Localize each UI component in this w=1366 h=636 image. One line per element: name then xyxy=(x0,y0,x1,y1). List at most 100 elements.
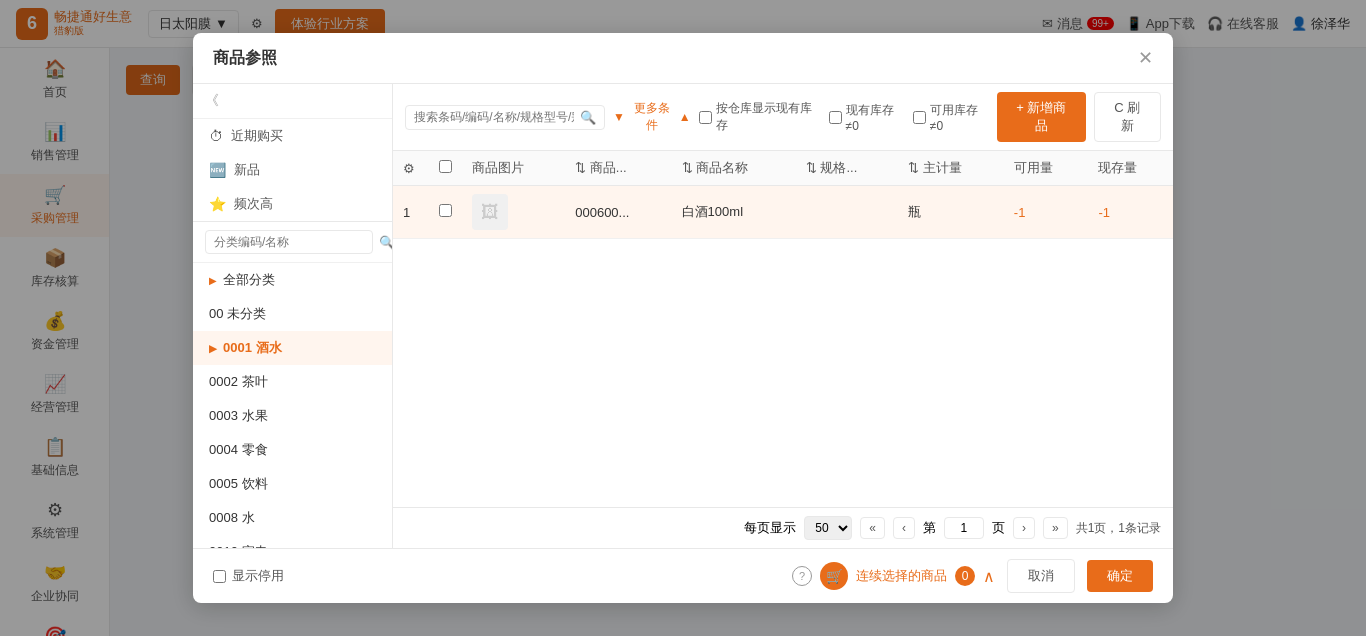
sort-icon-unit: ⇅ xyxy=(908,160,919,175)
category-0008[interactable]: 0008 水 xyxy=(193,501,392,535)
category-search-icon[interactable]: 🔍 xyxy=(379,235,393,250)
page-size-select[interactable]: 50 xyxy=(804,516,852,540)
cancel-btn[interactable]: 取消 xyxy=(1007,559,1075,593)
right-panel: 🔍 ▼ 更多条件 ▲ 按仓库显示现有库存 现有库存≠0 xyxy=(393,84,1173,548)
checkbox-available-neq[interactable]: 可用库存≠0 xyxy=(913,102,989,133)
pagination-bar: 每页显示 50 « ‹ 第 页 › » 共1页，1条记录 xyxy=(393,507,1173,548)
table-header-row: ⚙ 商品图片 ⇅ 商品... xyxy=(393,151,1173,186)
left-panel-top: 《 xyxy=(193,84,392,119)
category-0005-label: 0005 饮料 xyxy=(209,475,268,493)
cart-section: ? 🛒 连续选择的商品 0 ∧ xyxy=(792,562,995,590)
add-product-btn[interactable]: + 新增商品 xyxy=(997,92,1086,142)
quick-popular[interactable]: ⭐ 频次高 xyxy=(193,187,392,221)
page-number-input[interactable] xyxy=(944,517,984,539)
action-btns: + 新增商品 C 刷新 xyxy=(997,92,1161,142)
row-code: 000600... xyxy=(565,186,671,239)
category-0005[interactable]: 0005 饮料 xyxy=(193,467,392,501)
filter-icon: ▼ xyxy=(613,110,625,124)
arrow-down-icon: ▶ xyxy=(209,343,217,354)
cart-label: 连续选择的商品 xyxy=(856,567,947,585)
filter-btn-label: 更多条件 xyxy=(629,100,675,134)
col-unit[interactable]: ⇅ 主计量 xyxy=(898,151,1004,186)
category-0002[interactable]: 0002 茶叶 xyxy=(193,365,392,399)
checkbox-warehouse-input[interactable] xyxy=(699,111,712,124)
modal-footer: 显示停用 ? 🛒 连续选择的商品 0 ∧ 取消 确定 xyxy=(193,548,1173,603)
search-category-bar: 🔍 xyxy=(193,222,392,263)
sort-icon-name: ⇅ xyxy=(682,160,693,175)
table-wrapper: ⚙ 商品图片 ⇅ 商品... xyxy=(393,151,1173,507)
row-available: -1 xyxy=(1004,186,1089,239)
new-icon: 🆕 xyxy=(209,162,226,178)
product-table: ⚙ 商品图片 ⇅ 商品... xyxy=(393,151,1173,239)
row-stock: -1 xyxy=(1088,186,1173,239)
category-0001-label: 0001 酒水 xyxy=(223,339,282,357)
col-spec[interactable]: ⇅ 规格... xyxy=(796,151,898,186)
checkbox-available-input[interactable] xyxy=(913,111,926,124)
more-filter-btn[interactable]: ▼ 更多条件 ▲ xyxy=(613,100,691,134)
category-0010[interactable]: 0010 家电 xyxy=(193,535,392,548)
filter-bar: 🔍 ▼ 更多条件 ▲ 按仓库显示现有库存 现有库存≠0 xyxy=(393,84,1173,151)
search-icon[interactable]: 🔍 xyxy=(580,110,596,125)
category-0008-label: 0008 水 xyxy=(209,509,255,527)
quick-popular-label: 频次高 xyxy=(234,195,273,213)
disabled-checkbox-input[interactable] xyxy=(213,570,226,583)
clock-icon: ⏱ xyxy=(209,128,223,144)
quick-new[interactable]: 🆕 新品 xyxy=(193,153,392,187)
col-code[interactable]: ⇅ 商品... xyxy=(565,151,671,186)
page-word2: 页 xyxy=(992,519,1005,537)
help-btn[interactable]: ? xyxy=(792,566,812,586)
row-checkbox[interactable] xyxy=(439,204,452,217)
help-icon: ? xyxy=(792,566,812,586)
checkbox-stock-input[interactable] xyxy=(829,111,842,124)
product-thumbnail: 🖼 xyxy=(472,194,508,230)
quick-items: ⏱ 近期购买 🆕 新品 ⭐ 频次高 xyxy=(193,119,392,222)
star-icon: ⭐ xyxy=(209,196,226,212)
image-placeholder-icon: 🖼 xyxy=(481,202,499,223)
col-name[interactable]: ⇅ 商品名称 xyxy=(672,151,796,186)
first-page-btn[interactable]: « xyxy=(860,517,885,539)
category-search-input[interactable] xyxy=(205,230,373,254)
col-settings[interactable]: ⚙ xyxy=(393,151,429,186)
refresh-btn[interactable]: C 刷新 xyxy=(1094,92,1161,142)
row-checkbox-cell[interactable] xyxy=(429,186,462,239)
shopping-cart-icon: 🛒 xyxy=(826,568,843,584)
collapse-panel-btn[interactable]: 《 xyxy=(205,92,219,110)
confirm-btn[interactable]: 确定 xyxy=(1087,560,1153,592)
filter-up-icon: ▲ xyxy=(679,110,691,124)
col-checkbox xyxy=(429,151,462,186)
left-panel: 《 ⏱ 近期购买 🆕 新品 ⭐ 频次高 xyxy=(193,84,393,548)
category-0003[interactable]: 0003 水果 xyxy=(193,399,392,433)
checkbox-available-label: 可用库存≠0 xyxy=(930,102,989,133)
cart-icon[interactable]: 🛒 xyxy=(820,562,848,590)
category-00[interactable]: 00 未分类 xyxy=(193,297,392,331)
last-page-btn[interactable]: » xyxy=(1043,517,1068,539)
modal-header: 商品参照 ✕ xyxy=(193,33,1173,84)
col-available: 可用量 xyxy=(1004,151,1089,186)
checkbox-stock-neq[interactable]: 现有库存≠0 xyxy=(829,102,905,133)
cart-collapse-btn[interactable]: ∧ xyxy=(983,567,995,586)
category-0004-label: 0004 零食 xyxy=(209,441,268,459)
checkbox-stock-label: 现有库存≠0 xyxy=(846,102,905,133)
category-0001[interactable]: ▶ 0001 酒水 xyxy=(193,331,392,365)
row-spec xyxy=(796,186,898,239)
show-disabled-checkbox[interactable]: 显示停用 xyxy=(213,567,284,585)
row-unit: 瓶 xyxy=(898,186,1004,239)
select-all-checkbox[interactable] xyxy=(439,160,452,173)
checkbox-warehouse[interactable]: 按仓库显示现有库存 xyxy=(699,100,821,134)
search-box: 🔍 xyxy=(405,105,605,130)
table-row[interactable]: 1 🖼 000600... 白酒100ml xyxy=(393,186,1173,239)
col-stock: 现存量 xyxy=(1088,151,1173,186)
modal-close-btn[interactable]: ✕ xyxy=(1138,47,1153,69)
next-page-btn[interactable]: › xyxy=(1013,517,1035,539)
settings-col-icon: ⚙ xyxy=(403,161,415,176)
prev-page-btn[interactable]: ‹ xyxy=(893,517,915,539)
total-info: 共1页，1条记录 xyxy=(1076,520,1161,537)
checkbox-warehouse-label: 按仓库显示现有库存 xyxy=(716,100,821,134)
quick-recent[interactable]: ⏱ 近期购买 xyxy=(193,119,392,153)
row-image: 🖼 xyxy=(462,186,565,239)
category-all[interactable]: ▶ 全部分类 xyxy=(193,263,392,297)
product-search-input[interactable] xyxy=(414,110,574,124)
category-0004[interactable]: 0004 零食 xyxy=(193,433,392,467)
product-modal: 商品参照 ✕ 《 ⏱ 近期购买 🆕 新品 xyxy=(193,33,1173,603)
category-0002-label: 0002 茶叶 xyxy=(209,373,268,391)
